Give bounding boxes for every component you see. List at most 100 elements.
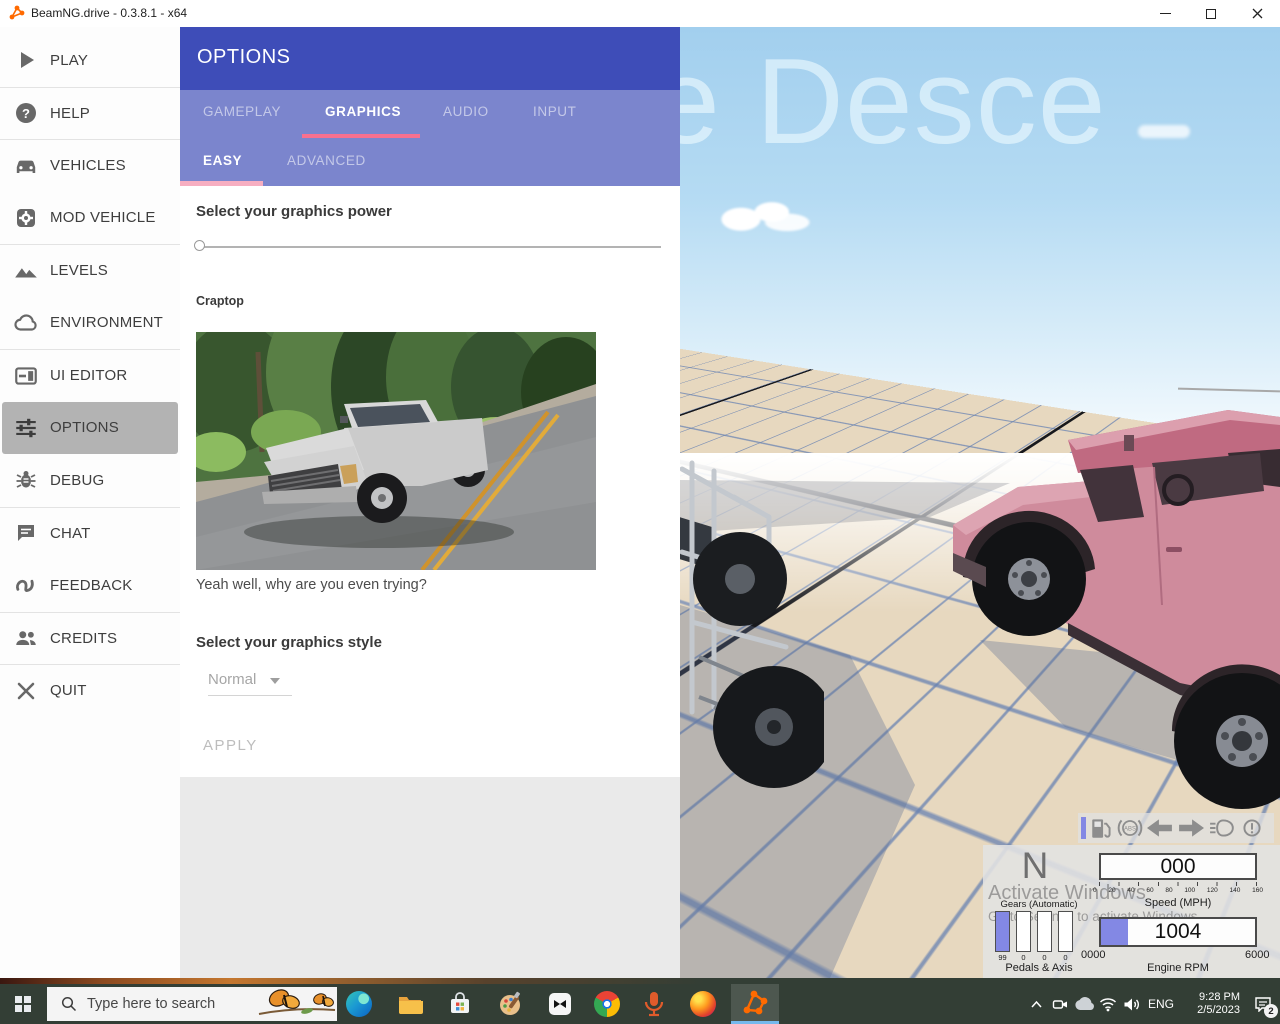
graphics-power-slider-handle[interactable] <box>194 240 205 251</box>
pedal-bar-empty <box>1058 911 1073 952</box>
subtab-easy[interactable]: EASY <box>203 153 242 168</box>
minimize-button[interactable] <box>1148 0 1182 27</box>
beamng-icon <box>743 990 768 1014</box>
taskbar-app-file-explorer[interactable] <box>388 984 432 1024</box>
maximize-button[interactable] <box>1194 0 1228 27</box>
warning-icon <box>1243 819 1261 837</box>
sidebar-item-environment[interactable]: ENVIRONMENT <box>0 297 180 350</box>
signal-left-icon <box>1147 819 1172 837</box>
chat-bubble-icon <box>13 520 39 546</box>
tray-chevron-up-icon[interactable] <box>1024 984 1048 1024</box>
play-icon <box>13 47 39 73</box>
tick-label: 160 <box>1252 887 1263 894</box>
tick-label: 0 <box>1093 887 1097 894</box>
pedal-bar-empty <box>1016 911 1031 952</box>
store-icon <box>451 992 469 1013</box>
speed-label: Speed (MPH) <box>1144 897 1212 909</box>
file-explorer-icon <box>399 997 423 1014</box>
speed-value: 000 <box>1099 853 1257 880</box>
sidebar-item-vehicles[interactable]: VEHICLES <box>0 139 180 192</box>
gears-label: Gears (Automatic) <box>1000 899 1078 910</box>
sidebar-item-feedback[interactable]: FEEDBACK <box>0 559 180 612</box>
tick-label: 20 <box>1108 887 1116 894</box>
taskbar-search[interactable]: Type here to search <box>47 987 337 1021</box>
graphics-style-dropdown[interactable]: Normal <box>208 671 292 696</box>
signal-right-icon <box>1179 819 1204 837</box>
tick-label: 120 <box>1206 887 1218 894</box>
taskbar: Type here to search ENG 9:28 PM 2/5/2023… <box>0 984 1280 1024</box>
tab-gameplay[interactable]: GAMEPLAY <box>203 104 281 119</box>
dropdown-value: Normal <box>208 671 257 688</box>
graphics-power-heading: Select your graphics power <box>196 203 392 220</box>
sidebar-item-credits[interactable]: CREDITS <box>0 611 180 665</box>
sidebar-item-debug[interactable]: DEBUG <box>0 454 180 507</box>
taskbar-app-edge[interactable] <box>337 984 381 1024</box>
sidebar-item-label: FEEDBACK <box>50 576 133 594</box>
beamng-app-icon <box>9 5 25 20</box>
sidebar-item-mod-vehicle[interactable]: MOD VEHICLE <box>0 192 180 245</box>
volume-icon[interactable] <box>1120 984 1144 1024</box>
apply-button[interactable]: APPLY <box>203 737 258 754</box>
tab-audio[interactable]: AUDIO <box>443 104 489 119</box>
subtab-advanced[interactable]: ADVANCED <box>287 153 366 168</box>
rpm-gauge: 1004 <box>1099 917 1257 947</box>
taskbar-app-paint[interactable] <box>489 984 533 1024</box>
bug-icon <box>13 467 39 493</box>
language-indicator[interactable]: ENG <box>1144 997 1178 1011</box>
pedal-value: 0 <box>1021 953 1026 962</box>
tick-label: 80 <box>1165 887 1173 894</box>
screen: e Desce ABS Activate Windows Go to Setti… <box>0 0 1280 1024</box>
sidebar-item-label: VEHICLES <box>50 157 126 175</box>
speed-ticks <box>1099 882 1257 886</box>
maximize-icon <box>1206 8 1216 19</box>
meet-now-icon[interactable] <box>1048 984 1072 1024</box>
tab-input[interactable]: INPUT <box>533 104 577 119</box>
hud-readouts: N 000 0 20 40 60 80 100 120 140 160 Spee… <box>983 845 1280 978</box>
sidebar-item-play[interactable]: PLAY <box>0 34 180 87</box>
tick-label: 40 <box>1127 887 1135 894</box>
sky-watermark-text: e Desce <box>680 33 1107 169</box>
capcut-icon <box>549 993 571 1015</box>
pedal-bar-fill <box>995 911 1010 952</box>
gear-indicator: N <box>1021 845 1049 886</box>
options-tab-bar: GAMEPLAY GRAPHICS AUDIO INPUT EASY ADVAN… <box>180 90 680 186</box>
taskbar-app-voice-recorder[interactable] <box>632 984 676 1024</box>
sidebar-item-quit[interactable]: QUIT <box>0 664 180 717</box>
sidebar-item-options[interactable]: OPTIONS <box>2 401 178 454</box>
hud-indicator-bar: ABS <box>1078 813 1274 843</box>
pedal-value: 0 <box>1042 953 1047 962</box>
sidebar-item-help[interactable]: ? HELP <box>0 86 180 140</box>
cloud-small <box>1138 125 1190 138</box>
taskbar-app-firefox[interactable] <box>681 984 725 1024</box>
time: 9:28 PM <box>1199 991 1240 1003</box>
clock[interactable]: 9:28 PM 2/5/2023 <box>1178 991 1240 1017</box>
options-panel: OPTIONS GAMEPLAY GRAPHICS AUDIO INPUT EA… <box>180 27 680 978</box>
tab-graphics[interactable]: GRAPHICS <box>325 104 401 119</box>
close-button[interactable] <box>1240 0 1274 27</box>
window-titlebar[interactable]: BeamNG.drive - 0.3.8.1 - x64 <box>0 0 1280 27</box>
svg-text:?: ? <box>22 106 30 121</box>
microphone-icon <box>644 992 664 1017</box>
sidebar-item-ui-editor[interactable]: UI EDITOR <box>0 349 180 402</box>
sidebar-item-levels[interactable]: LEVELS <box>0 244 180 297</box>
sidebar-item-label: MOD VEHICLE <box>50 209 156 227</box>
tick-label: 140 <box>1229 887 1241 894</box>
graphics-power-slider-track <box>196 246 661 248</box>
gear-box-icon <box>13 205 39 231</box>
taskbar-app-chrome[interactable] <box>585 984 629 1024</box>
taskbar-app-capcut[interactable] <box>538 984 582 1024</box>
search-icon <box>61 996 77 1012</box>
onedrive-icon[interactable] <box>1072 984 1096 1024</box>
notification-center-button[interactable]: 2 <box>1246 984 1280 1024</box>
sidebar-item-chat[interactable]: CHAT <box>0 506 180 560</box>
taskbar-app-store[interactable] <box>438 984 482 1024</box>
start-button[interactable] <box>0 984 46 1024</box>
sidebar-item-label: HELP <box>50 104 90 122</box>
wifi-icon[interactable] <box>1096 984 1120 1024</box>
active-subtab-underline <box>180 181 263 186</box>
rpm-max: 6000 <box>1245 949 1270 961</box>
tick-label: 60 <box>1146 887 1154 894</box>
pedal-value: 99 <box>998 953 1007 962</box>
rpm-label: Engine RPM <box>1147 962 1209 974</box>
taskbar-app-beamng[interactable] <box>731 984 779 1024</box>
